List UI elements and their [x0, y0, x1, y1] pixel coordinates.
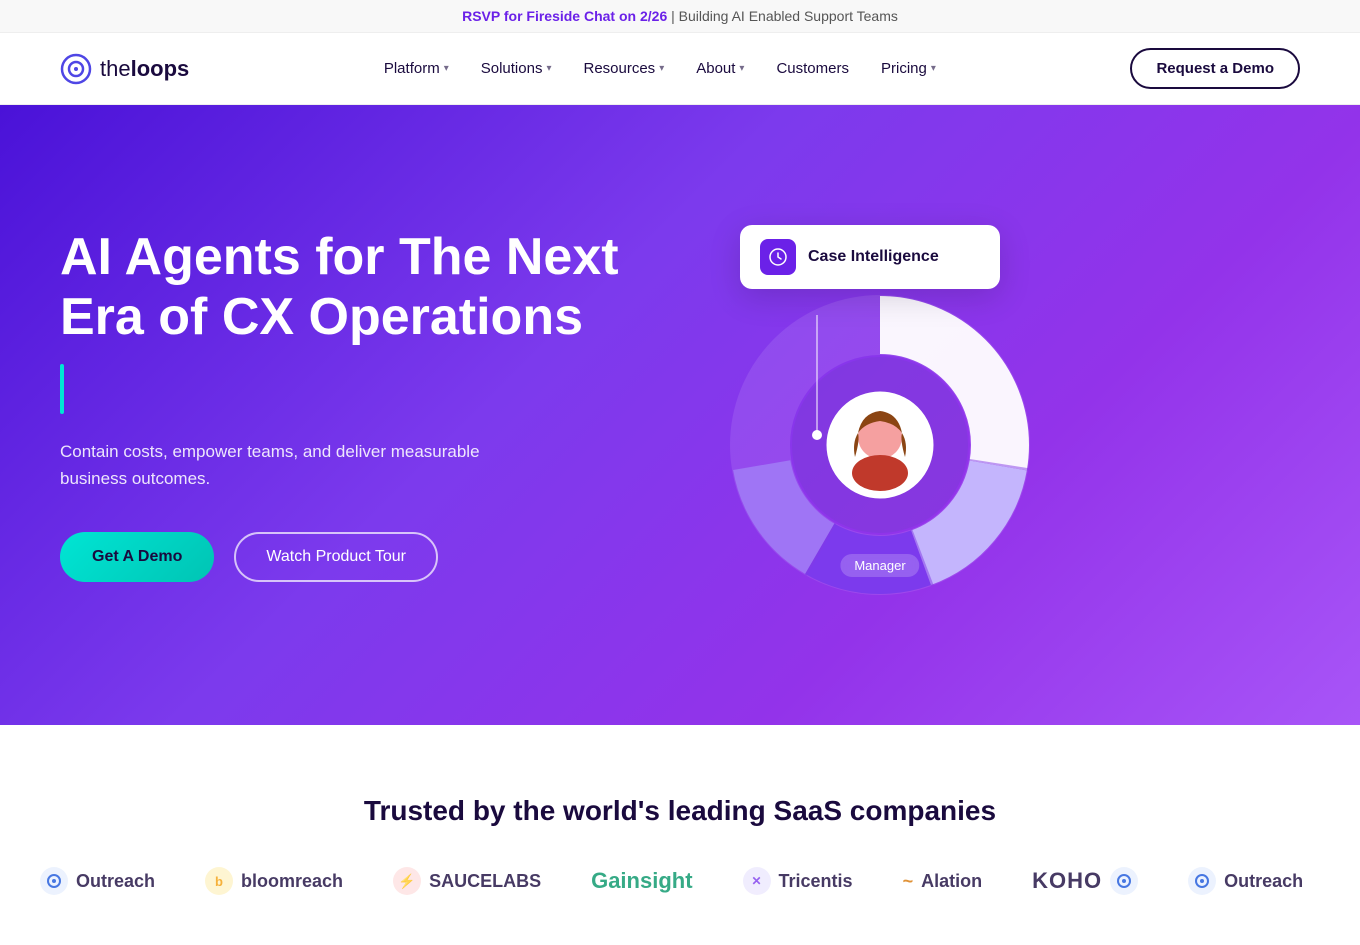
request-demo-button[interactable]: Request a Demo	[1130, 48, 1300, 89]
hero-section: AI Agents for The Next Era of CX Operati…	[0, 105, 1360, 725]
case-intelligence-icon	[760, 239, 796, 275]
nav-customers[interactable]: Customers	[762, 52, 863, 85]
list-item: ⚡ SAUCELABS	[393, 867, 541, 895]
list-item: ✕ Tricentis	[743, 867, 853, 895]
logo-thin: the	[100, 56, 131, 81]
manager-label: Manager	[840, 554, 919, 577]
list-item: KOHO	[1032, 867, 1138, 895]
solutions-chevron-icon: ▾	[546, 63, 551, 74]
nav-resources[interactable]: Resources ▾	[569, 52, 678, 85]
nav-pricing[interactable]: Pricing ▾	[867, 52, 950, 85]
tricentis-icon: ✕	[743, 867, 771, 895]
list-item: ~ Alation	[903, 871, 983, 892]
main-nav: Platform ▾ Solutions ▾ Resources ▾ About…	[370, 52, 950, 85]
trusted-title: Trusted by the world's leading SaaS comp…	[40, 795, 1320, 827]
hero-buttons: Get A Demo Watch Product Tour	[60, 532, 660, 582]
main-header: theloops Platform ▾ Solutions ▾ Resource…	[0, 33, 1360, 105]
hero-visual: Case Intelligence	[660, 205, 1300, 605]
banner-separator: |	[671, 8, 679, 24]
logo-track: Outreach b bloomreach ⚡ SAUCELABS Gainsi…	[40, 867, 1320, 895]
list-item: b bloomreach	[205, 867, 343, 895]
nav-about[interactable]: About ▾	[682, 52, 758, 85]
nav-solutions[interactable]: Solutions ▾	[467, 52, 566, 85]
hero-content: AI Agents for The Next Era of CX Operati…	[60, 228, 660, 582]
logo[interactable]: theloops	[60, 53, 189, 85]
resources-chevron-icon: ▾	[659, 63, 664, 74]
list-item: Outreach	[40, 867, 155, 895]
connection-line	[816, 315, 818, 435]
banner-link[interactable]: RSVP for Fireside Chat on 2/26	[462, 8, 667, 24]
trusted-section: Trusted by the world's leading SaaS comp…	[0, 725, 1360, 945]
logo-bold: loops	[131, 56, 190, 81]
logo-strip: Outreach b bloomreach ⚡ SAUCELABS Gainsi…	[40, 867, 1320, 895]
pricing-chevron-icon: ▾	[931, 63, 936, 74]
outreach-icon-2	[1188, 867, 1216, 895]
koho-icon	[1110, 867, 1138, 895]
list-item: Outreach	[1188, 867, 1303, 895]
announcement-banner: RSVP for Fireside Chat on 2/26 | Buildin…	[0, 0, 1360, 33]
platform-chevron-icon: ▾	[444, 63, 449, 74]
about-chevron-icon: ▾	[739, 63, 744, 74]
connection-dot	[812, 430, 822, 440]
hero-accent-line	[60, 364, 64, 414]
nav-platform[interactable]: Platform ▾	[370, 52, 463, 85]
hero-subtitle: Contain costs, empower teams, and delive…	[60, 438, 500, 492]
outreach-icon	[40, 867, 68, 895]
saucelabs-icon: ⚡	[393, 867, 421, 895]
banner-description: Building AI Enabled Support Teams	[679, 8, 898, 24]
logo-text: theloops	[100, 56, 189, 82]
bloomreach-icon: b	[205, 867, 233, 895]
list-item: Gainsight	[591, 868, 692, 894]
hero-title: AI Agents for The Next Era of CX Operati…	[60, 228, 660, 348]
get-demo-button[interactable]: Get A Demo	[60, 532, 214, 582]
case-intelligence-label: Case Intelligence	[808, 248, 939, 266]
logo-icon	[60, 53, 92, 85]
case-intelligence-card: Case Intelligence	[740, 225, 1000, 289]
watch-tour-button[interactable]: Watch Product Tour	[234, 532, 438, 582]
donut-chart: Manager	[720, 285, 1040, 605]
